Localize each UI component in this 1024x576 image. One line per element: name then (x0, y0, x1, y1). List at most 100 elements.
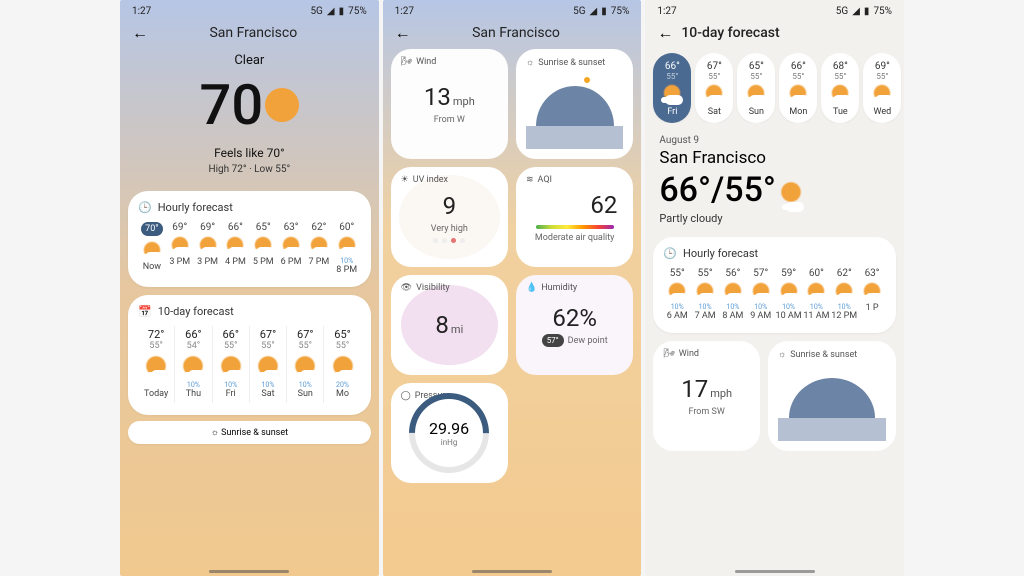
uv-sub: Very high (431, 224, 468, 234)
day-pills[interactable]: 66°55°Fri67°55°Sat65°55°Sun66°55°Mon68°5… (645, 53, 904, 123)
visibility-tile[interactable]: 👁Visibility 8mi (391, 275, 508, 375)
hourly-row: 70°Now69°3 PM69°3 PM66°4 PM65°5 PM63°6 P… (138, 222, 361, 275)
sunrise-label: Sunrise & sunset (790, 350, 857, 360)
screen-overview: 1:27 5G ◢ ▮ 75% ← San Francisco Clear 70… (120, 0, 379, 576)
battery-icon: ▮ (601, 6, 607, 17)
feels-like: Feels like 70° (120, 146, 379, 160)
sunrise-icon: ☼ (211, 428, 219, 438)
sun-icon: ☀ (401, 175, 409, 185)
day-pill[interactable]: 68°55°Tue (821, 53, 859, 123)
pressure-unit: inHg (429, 438, 469, 447)
dewpoint-value: 57° (542, 334, 564, 347)
status-bar: 1:27 5G◢▮75% (383, 0, 642, 19)
day-pill[interactable]: 66°55°Mon (779, 53, 817, 123)
sun-icon (265, 88, 299, 122)
wind-direction: From W (434, 115, 465, 125)
selected-city: San Francisco (659, 148, 890, 168)
hourly-col[interactable]: 63°1 P (858, 268, 886, 321)
hourly-col[interactable]: 70°Now (138, 222, 166, 275)
droplet-icon: 💧 (526, 283, 537, 293)
hourly-col[interactable]: 55°10%6 AM (663, 268, 691, 321)
day-col[interactable]: 72°55°Today (138, 326, 175, 403)
clock-icon: 🕒 (138, 201, 152, 214)
wind-unit: mph (710, 387, 732, 400)
hourly-row: 55°10%6 AM55°10%7 AM56°10%8 AM57°10%9 AM… (663, 268, 886, 321)
sunrise-tile[interactable]: ☼Sunrise & sunset ☀ 6:21 AM☾ 8:09 PM (768, 341, 896, 451)
day-col[interactable]: 65°55°20%Mo (324, 326, 360, 403)
wind-icon: 🌬 (401, 57, 412, 67)
wind-icon: 🌬 (663, 349, 674, 359)
day-pill[interactable]: 66°55°Fri (653, 53, 691, 123)
pressure-tile[interactable]: ◯Pressure 29.96inHg (391, 383, 508, 483)
status-network: 5G (836, 6, 848, 17)
status-time: 1:27 (657, 6, 676, 17)
aqi-tile[interactable]: ≋AQI 62 Moderate air quality (516, 167, 633, 267)
sunrise-card-peek[interactable]: ☼ Sunrise & sunset (128, 421, 371, 444)
signal-icon: ◢ (852, 6, 860, 17)
back-button[interactable]: ← (132, 23, 148, 43)
hourly-col[interactable]: 55°10%7 AM (691, 268, 719, 321)
clock-icon: 🕒 (663, 247, 677, 260)
uv-tile[interactable]: ☀ UV index 9 Very high (391, 167, 508, 267)
uv-label: UV index (413, 175, 448, 185)
sunrise-tile[interactable]: ☼Sunrise & sunset ☀ 6:19 AM ☾ 8:11 PM (516, 49, 633, 159)
aqi-sub: Moderate air quality (535, 233, 614, 243)
home-indicator[interactable] (209, 570, 289, 573)
day-col[interactable]: 67°55°10%Sun (287, 326, 324, 403)
wind-tile[interactable]: 🌬Wind 17mph From SW (653, 341, 760, 451)
hourly-col[interactable]: 65°5 PM (249, 222, 277, 275)
hourly-col[interactable]: 69°3 PM (194, 222, 222, 275)
day-pill[interactable]: 67°55°Sat (695, 53, 733, 123)
back-button[interactable]: ← (395, 23, 411, 43)
humidity-label: Humidity (541, 283, 577, 293)
aqi-value: 62 (590, 191, 617, 219)
visibility-unit: mi (451, 323, 463, 336)
aqi-bar (536, 225, 614, 229)
wind-label: Wind (679, 349, 699, 359)
city-title: San Francisco (156, 25, 351, 41)
hourly-col[interactable]: 66°4 PM (221, 222, 249, 275)
eye-icon: 👁 (401, 283, 412, 293)
hourly-col[interactable]: 62°10%12 PM (830, 268, 858, 321)
screen-details: 1:27 5G◢▮75% ← San Francisco 🌬Wind 13mph… (383, 0, 642, 576)
day-pill[interactable]: 69°55°Wed (863, 53, 901, 123)
hourly-col[interactable]: 62°7 PM (305, 222, 333, 275)
visibility-value: 8 (435, 311, 449, 339)
hourly-forecast-card[interactable]: 🕒Hourly forecast 55°10%6 AM55°10%7 AM56°… (653, 237, 896, 333)
day-col[interactable]: 66°54°10%Thu (175, 326, 212, 403)
wind-value: 17 (681, 375, 708, 403)
uv-value: 9 (443, 192, 457, 220)
tenday-forecast-card[interactable]: 📅10-day forecast 72°55°Today66°54°10%Thu… (128, 295, 371, 415)
day-col[interactable]: 66°55°10%Fri (213, 326, 250, 403)
status-bar: 1:27 5G ◢ ▮ 75% (120, 0, 379, 19)
hourly-col[interactable]: 63°6 PM (277, 222, 305, 275)
signal-icon: ◢ (590, 6, 598, 17)
hourly-col[interactable]: 57°10%9 AM (747, 268, 775, 321)
hourly-col[interactable]: 60°10%11 AM (802, 268, 830, 321)
current-conditions: Clear 70 Feels like 70° High 72° · Low 5… (120, 49, 379, 183)
sunrise-label: Sunrise & sunset (538, 58, 605, 68)
selected-high: 66° (659, 170, 711, 210)
day-pill[interactable]: 65°55°Sun (737, 53, 775, 123)
hourly-col[interactable]: 69°3 PM (166, 222, 194, 275)
hourly-col[interactable]: 56°10%8 AM (719, 268, 747, 321)
pressure-value: 29.96 (429, 419, 469, 438)
home-indicator[interactable] (735, 570, 815, 573)
sun-icon (782, 183, 800, 201)
hourly-col[interactable]: 60°10%8 PM (333, 222, 361, 275)
hourly-forecast-card[interactable]: 🕒Hourly forecast 70°Now69°3 PM69°3 PM66°… (128, 191, 371, 287)
signal-icon: ◢ (327, 6, 335, 17)
wind-label: Wind (416, 57, 436, 67)
back-button[interactable]: ← (657, 23, 673, 43)
waves-icon: ≋ (526, 175, 534, 185)
hourly-col[interactable]: 59°10%10 AM (775, 268, 803, 321)
day-col[interactable]: 67°55°10%Sat (250, 326, 287, 403)
selected-low: 55° (724, 170, 776, 210)
wind-tile[interactable]: 🌬Wind 13mph From W (391, 49, 508, 159)
cloud-icon (786, 202, 804, 212)
home-indicator[interactable] (472, 570, 552, 573)
status-battery: 75% (873, 6, 892, 17)
status-battery: 75% (611, 6, 630, 17)
hourly-label: Hourly forecast (158, 201, 233, 214)
humidity-tile[interactable]: 💧Humidity 62% 57°Dew point (516, 275, 633, 375)
